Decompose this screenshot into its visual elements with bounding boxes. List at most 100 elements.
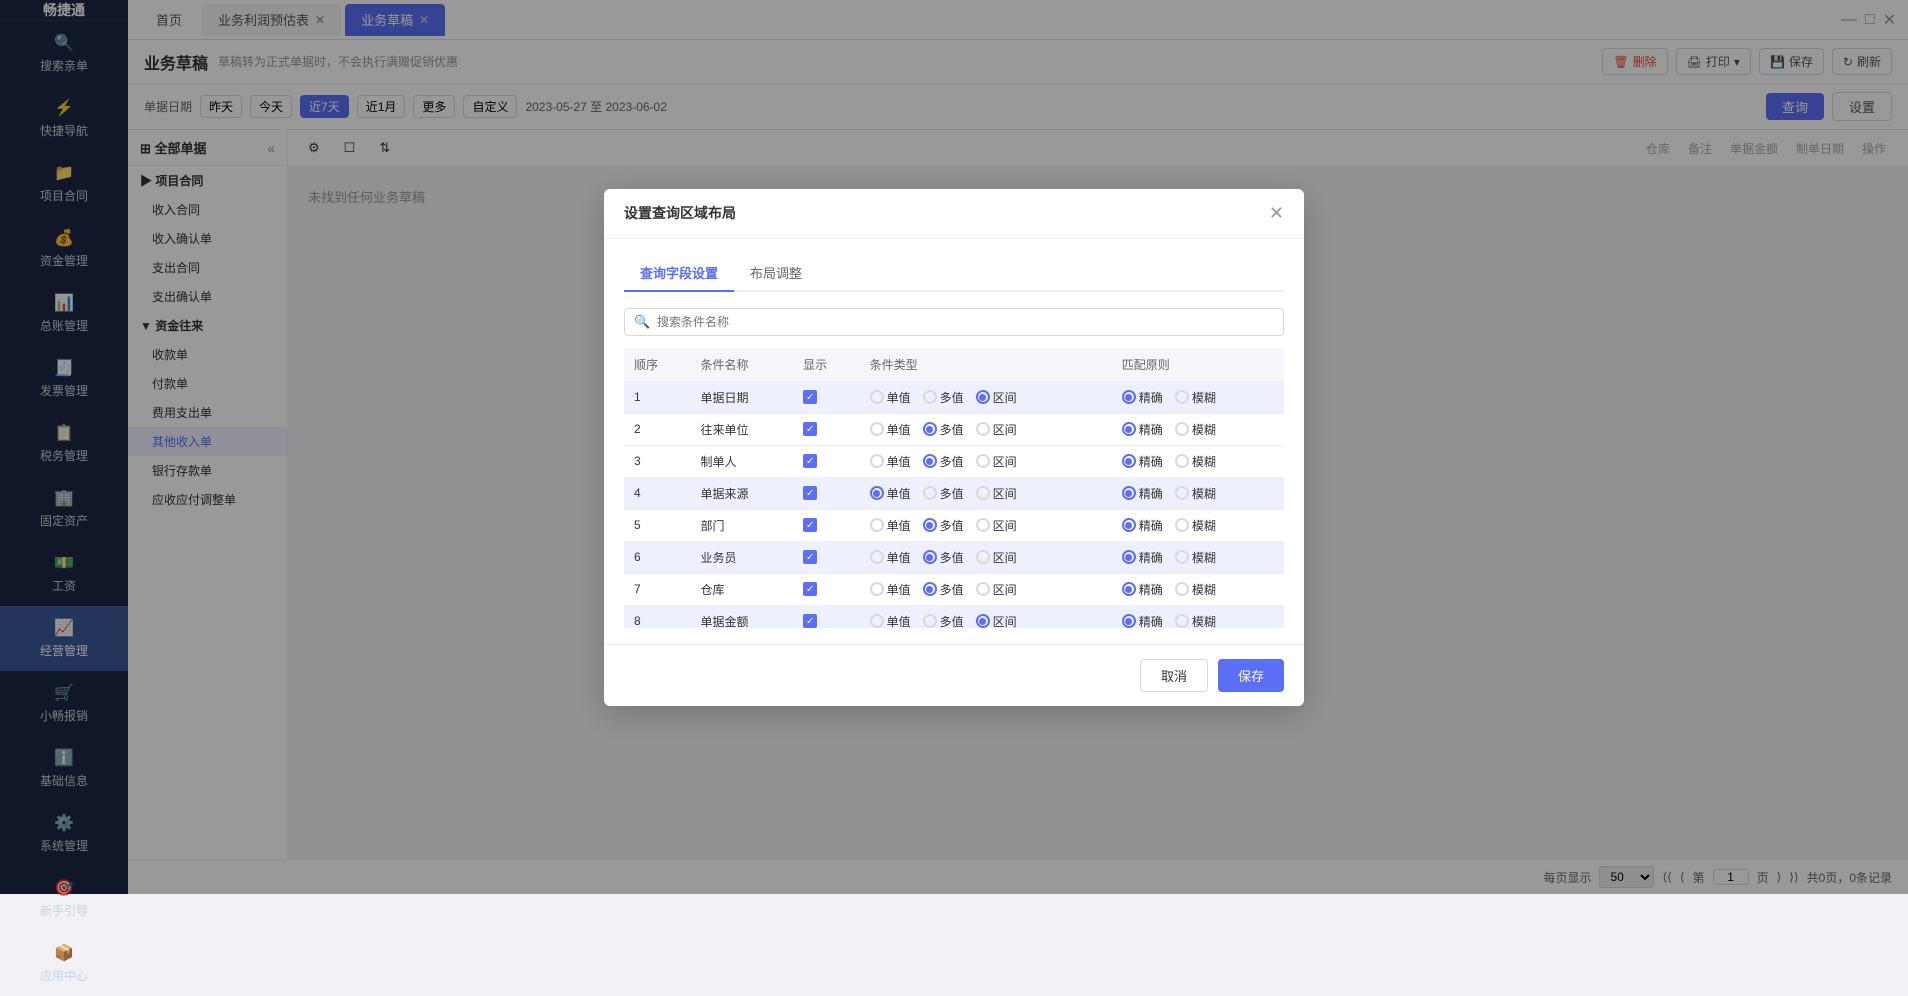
radio-type-single[interactable]: 单值 [870,549,911,566]
cell-show: ✓ [793,509,859,541]
th-type: 条件类型 [860,348,1112,382]
dialog-title: 设置查询区域布局 [624,203,736,223]
condition-search-input[interactable] [624,308,1284,336]
dialog-tab-fields[interactable]: 查询字段设置 [624,255,734,292]
radio-type-range[interactable]: 区间 [976,549,1017,566]
cell-order: 1 [624,381,690,413]
cell-match: 精确模糊 [1112,573,1284,605]
radio-match-exact[interactable]: 精确 [1122,549,1163,566]
cancel-button[interactable]: 取消 [1140,659,1208,692]
radio-type-single[interactable]: 单值 [870,453,911,470]
cell-type: 单值多值区间 [860,477,1112,509]
cell-type: 单值多值区间 [860,509,1112,541]
radio-match-exact[interactable]: 精确 [1122,517,1163,534]
cell-type: 单值多值区间 [860,445,1112,477]
radio-type-single[interactable]: 单值 [870,485,911,502]
radio-type-range[interactable]: 区间 [976,485,1017,502]
radio-type-single[interactable]: 单值 [870,389,911,406]
radio-type-multi[interactable]: 多值 [923,549,964,566]
radio-match-exact[interactable]: 精确 [1122,613,1163,628]
radio-match-exact[interactable]: 精确 [1122,485,1163,502]
show-checkbox[interactable]: ✓ [803,550,817,564]
cell-order: 3 [624,445,690,477]
cell-name: 单据金额 [690,605,793,628]
radio-match-fuzzy[interactable]: 模糊 [1175,421,1216,438]
table-row: 8单据金额✓单值多值区间精确模糊 [624,605,1284,628]
cell-order: 5 [624,509,690,541]
radio-type-multi[interactable]: 多值 [923,485,964,502]
radio-type-single[interactable]: 单值 [870,421,911,438]
radio-type-multi[interactable]: 多值 [923,581,964,598]
show-checkbox[interactable]: ✓ [803,518,817,532]
sidebar-item-appstore[interactable]: 📦 应用中心 [0,931,128,996]
th-name: 条件名称 [690,348,793,382]
dialog-header: 设置查询区域布局 ✕ [604,189,1304,239]
dialog-close-button[interactable]: ✕ [1269,203,1284,224]
appstore-icon: 📦 [54,943,74,963]
cell-name: 往来单位 [690,413,793,445]
cell-type: 单值多值区间 [860,413,1112,445]
table-row: 4单据来源✓单值多值区间精确模糊 [624,477,1284,509]
radio-type-single[interactable]: 单值 [870,581,911,598]
radio-type-range[interactable]: 区间 [976,389,1017,406]
radio-match-fuzzy[interactable]: 模糊 [1175,517,1216,534]
show-checkbox[interactable]: ✓ [803,614,817,628]
radio-match-fuzzy[interactable]: 模糊 [1175,453,1216,470]
table-header-row: 顺序 条件名称 显示 条件类型 匹配原则 [624,348,1284,382]
radio-type-range[interactable]: 区间 [976,453,1017,470]
dialog-tab-layout[interactable]: 布局调整 [734,255,818,292]
radio-match-fuzzy[interactable]: 模糊 [1175,549,1216,566]
show-checkbox[interactable]: ✓ [803,422,817,436]
cell-show: ✓ [793,605,859,628]
cell-type: 单值多值区间 [860,605,1112,628]
radio-match-exact[interactable]: 精确 [1122,389,1163,406]
radio-type-multi[interactable]: 多值 [923,613,964,628]
cell-show: ✓ [793,381,859,413]
cell-match: 精确模糊 [1112,605,1284,628]
radio-type-range[interactable]: 区间 [976,517,1017,534]
cell-name: 部门 [690,509,793,541]
show-checkbox[interactable]: ✓ [803,454,817,468]
cell-match: 精确模糊 [1112,445,1284,477]
cell-order: 7 [624,573,690,605]
search-box: 🔍 [624,308,1284,336]
radio-type-range[interactable]: 区间 [976,581,1017,598]
radio-type-single[interactable]: 单值 [870,517,911,534]
save-dialog-button[interactable]: 保存 [1218,659,1284,692]
radio-match-fuzzy[interactable]: 模糊 [1175,485,1216,502]
cell-order: 8 [624,605,690,628]
cell-name: 业务员 [690,541,793,573]
th-show: 显示 [793,348,859,382]
radio-match-fuzzy[interactable]: 模糊 [1175,389,1216,406]
th-match: 匹配原则 [1112,348,1284,382]
radio-type-multi[interactable]: 多值 [923,453,964,470]
modal-overlay[interactable]: 设置查询区域布局 ✕ 查询字段设置 布局调整 🔍 顺序 [0,0,1908,894]
cell-show: ✓ [793,573,859,605]
cell-name: 单据日期 [690,381,793,413]
radio-type-range[interactable]: 区间 [976,613,1017,628]
cell-match: 精确模糊 [1112,509,1284,541]
radio-match-fuzzy[interactable]: 模糊 [1175,581,1216,598]
cell-show: ✓ [793,477,859,509]
radio-type-range[interactable]: 区间 [976,421,1017,438]
dialog-table: 顺序 条件名称 显示 条件类型 匹配原则 1单据日期✓单值多值区间精确模糊2往来… [624,348,1284,628]
table-row: 1单据日期 ✓ 单值多值区间 精确模糊 [624,381,1284,413]
th-order: 顺序 [624,348,690,382]
cell-show: ✓ [793,445,859,477]
radio-match-fuzzy[interactable]: 模糊 [1175,613,1216,628]
radio-match-exact[interactable]: 精确 [1122,581,1163,598]
show-checkbox[interactable]: ✓ [803,582,817,596]
radio-type-multi[interactable]: 多值 [923,517,964,534]
cell-type: 单值多值区间 [860,573,1112,605]
cell-name: 单据来源 [690,477,793,509]
radio-type-multi[interactable]: 多值 [923,389,964,406]
radio-type-multi[interactable]: 多值 [923,421,964,438]
dialog-body: 查询字段设置 布局调整 🔍 顺序 条件名称 显示 条件类型 [604,239,1304,644]
radio-match-exact[interactable]: 精确 [1122,453,1163,470]
radio-type-single[interactable]: 单值 [870,613,911,628]
show-checkbox[interactable]: ✓ [803,486,817,500]
table-row: 7仓库✓单值多值区间精确模糊 [624,573,1284,605]
show-checkbox[interactable]: ✓ [803,390,817,404]
radio-match-exact[interactable]: 精确 [1122,421,1163,438]
cell-order: 4 [624,477,690,509]
